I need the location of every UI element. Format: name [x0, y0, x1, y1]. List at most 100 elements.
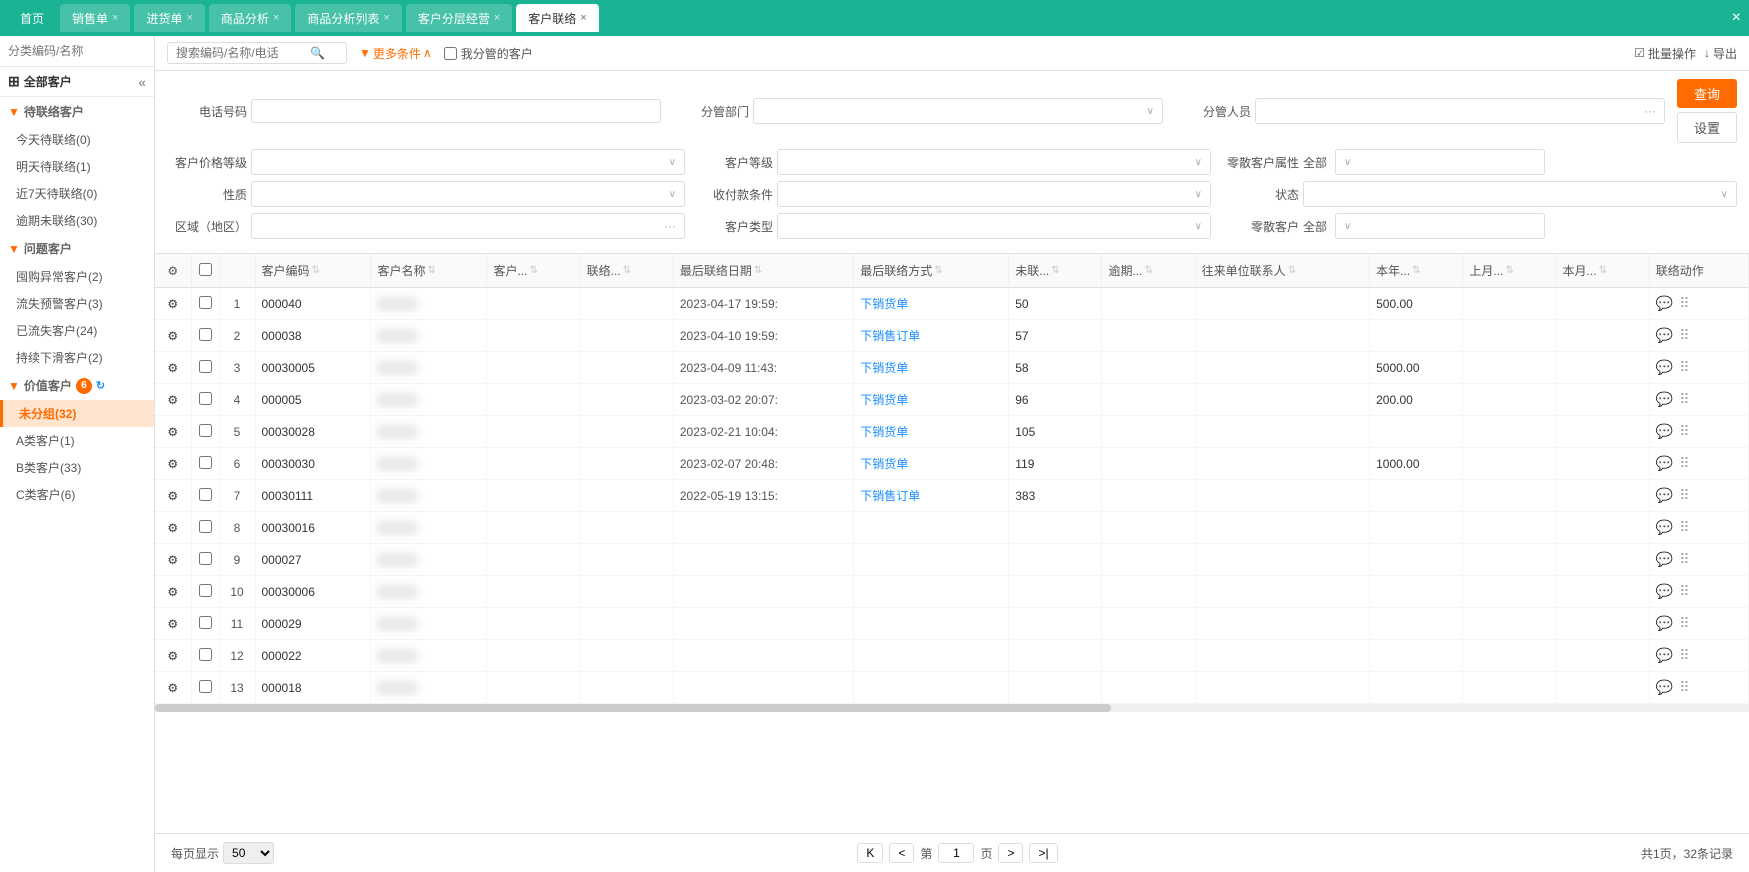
- sidebar-item-churn-warning[interactable]: 流失预警客户(3): [0, 290, 154, 317]
- row-checkbox-cell[interactable]: [191, 544, 219, 576]
- more-icon[interactable]: ⠿: [1679, 679, 1689, 696]
- payment-select[interactable]: ∨: [777, 181, 1211, 207]
- sidebar-collapse-btn[interactable]: «: [138, 74, 146, 90]
- last-type-link[interactable]: 下销货单: [860, 297, 908, 311]
- refresh-icon[interactable]: ↻: [96, 379, 105, 392]
- row-checkbox[interactable]: [199, 584, 212, 597]
- more-icon[interactable]: ⠿: [1679, 295, 1689, 312]
- th-last-month[interactable]: 上月...⇅: [1463, 254, 1556, 288]
- more-icon[interactable]: ⠿: [1679, 391, 1689, 408]
- sidebar-item-ungrouped[interactable]: 未分组(32): [0, 400, 154, 427]
- manager-ellipsis[interactable]: ···: [1644, 104, 1656, 118]
- th-last-date[interactable]: 最后联络日期⇅: [673, 254, 853, 288]
- row-settings[interactable]: ⚙: [155, 608, 191, 640]
- chat-icon[interactable]: 💬: [1656, 359, 1673, 376]
- last-type-link[interactable]: 下销售订单: [860, 329, 920, 343]
- chat-icon[interactable]: 💬: [1656, 423, 1673, 440]
- row-settings[interactable]: ⚙: [155, 672, 191, 704]
- chat-icon[interactable]: 💬: [1656, 519, 1673, 536]
- tab-customer-contact[interactable]: 客户联络 ×: [516, 4, 598, 32]
- row-checkbox-cell[interactable]: [191, 512, 219, 544]
- sidebar-item-class-a[interactable]: A类客户(1): [0, 427, 154, 454]
- row-settings[interactable]: ⚙: [155, 480, 191, 512]
- sidebar-item-churned[interactable]: 已流失客户(24): [0, 317, 154, 344]
- row-checkbox-cell[interactable]: [191, 480, 219, 512]
- row-checkbox[interactable]: [199, 328, 212, 341]
- more-icon[interactable]: ⠿: [1679, 647, 1689, 664]
- th-no-contact[interactable]: 未联...⇅: [1009, 254, 1102, 288]
- more-icon[interactable]: ⠿: [1679, 359, 1689, 376]
- reset-btn[interactable]: 设置: [1677, 112, 1737, 143]
- row-checkbox-cell[interactable]: [191, 352, 219, 384]
- row-checkbox[interactable]: [199, 616, 212, 629]
- sidebar-all-customers[interactable]: ⊞ 全部客户 «: [0, 67, 154, 97]
- more-icon[interactable]: ⠿: [1679, 327, 1689, 344]
- sidebar-item-class-c[interactable]: C类客户(6): [0, 481, 154, 508]
- th-contact[interactable]: 联络...⇅: [580, 254, 673, 288]
- row-checkbox-cell[interactable]: [191, 416, 219, 448]
- region-ellipsis[interactable]: ···: [664, 219, 676, 233]
- last-type-link[interactable]: 下销货单: [860, 393, 908, 407]
- more-icon[interactable]: ⠿: [1679, 455, 1689, 472]
- close-sales-icon[interactable]: ×: [112, 12, 118, 24]
- row-checkbox[interactable]: [199, 424, 212, 437]
- last-type-link[interactable]: 下销货单: [860, 457, 908, 471]
- row-settings[interactable]: ⚙: [155, 352, 191, 384]
- chat-icon[interactable]: 💬: [1656, 647, 1673, 664]
- th-code[interactable]: 客户编码⇅: [255, 254, 371, 288]
- row-settings[interactable]: ⚙: [155, 448, 191, 480]
- my-customers-check[interactable]: [444, 47, 457, 60]
- sidebar-item-overdue[interactable]: 逾期未联络(30): [0, 207, 154, 234]
- row-settings[interactable]: ⚙: [155, 288, 191, 320]
- last-type-link[interactable]: 下销货单: [860, 361, 908, 375]
- th-name[interactable]: 客户名称⇅: [371, 254, 487, 288]
- page-size-select[interactable]: 50 100: [223, 842, 274, 864]
- more-icon[interactable]: ⠿: [1679, 551, 1689, 568]
- th-this-month[interactable]: 本月...⇅: [1556, 254, 1649, 288]
- sidebar-item-7days[interactable]: 近7天待联络(0): [0, 180, 154, 207]
- tab-customer-segment[interactable]: 客户分层经营 ×: [406, 4, 512, 32]
- first-page-btn[interactable]: K: [857, 843, 883, 863]
- row-settings[interactable]: ⚙: [155, 320, 191, 352]
- close-customer-segment-icon[interactable]: ×: [494, 12, 500, 24]
- batch-ops-btn[interactable]: ☑ 批量操作: [1634, 45, 1696, 62]
- select-all-checkbox[interactable]: [199, 263, 212, 276]
- customer-level-select[interactable]: ∨: [777, 149, 1211, 175]
- row-checkbox[interactable]: [199, 552, 212, 565]
- row-settings[interactable]: ⚙: [155, 384, 191, 416]
- last-type-link[interactable]: 下销售订单: [860, 489, 920, 503]
- scrollbar-thumb[interactable]: [155, 704, 1111, 712]
- chat-icon[interactable]: 💬: [1656, 391, 1673, 408]
- sidebar-item-tomorrow[interactable]: 明天待联络(1): [0, 153, 154, 180]
- row-checkbox[interactable]: [199, 488, 212, 501]
- th-type[interactable]: 客户...⇅: [487, 254, 580, 288]
- tab-product-analysis[interactable]: 商品分析 ×: [209, 4, 291, 32]
- more-icon[interactable]: ⠿: [1679, 423, 1689, 440]
- row-checkbox-cell[interactable]: [191, 384, 219, 416]
- chat-icon[interactable]: 💬: [1656, 583, 1673, 600]
- row-checkbox[interactable]: [199, 456, 212, 469]
- last-type-link[interactable]: 下销货单: [860, 425, 908, 439]
- close-purchase-icon[interactable]: ×: [186, 12, 192, 24]
- search-input[interactable]: [176, 46, 306, 60]
- chat-icon[interactable]: 💬: [1656, 551, 1673, 568]
- th-settings[interactable]: ⚙: [155, 254, 191, 288]
- row-checkbox[interactable]: [199, 648, 212, 661]
- chat-icon[interactable]: 💬: [1656, 327, 1673, 344]
- sidebar-item-today[interactable]: 今天待联络(0): [0, 126, 154, 153]
- retail-attr-select[interactable]: ∨: [1335, 149, 1545, 175]
- close-product-analysis-list-icon[interactable]: ×: [383, 12, 389, 24]
- row-checkbox[interactable]: [199, 360, 212, 373]
- customer-type-select[interactable]: ∨: [777, 213, 1211, 239]
- tab-product-analysis-list[interactable]: 商品分析列表 ×: [295, 4, 401, 32]
- more-conditions-btn[interactable]: ▼ 更多条件 ∧: [359, 45, 432, 62]
- close-customer-contact-icon[interactable]: ×: [580, 12, 586, 24]
- row-checkbox-cell[interactable]: [191, 448, 219, 480]
- region-select[interactable]: ···: [251, 213, 685, 239]
- tab-purchase[interactable]: 进货单 ×: [134, 4, 204, 32]
- row-settings[interactable]: ⚙: [155, 640, 191, 672]
- row-checkbox[interactable]: [199, 296, 212, 309]
- last-page-btn[interactable]: >|: [1029, 843, 1057, 863]
- page-input[interactable]: [938, 843, 974, 863]
- row-settings[interactable]: ⚙: [155, 512, 191, 544]
